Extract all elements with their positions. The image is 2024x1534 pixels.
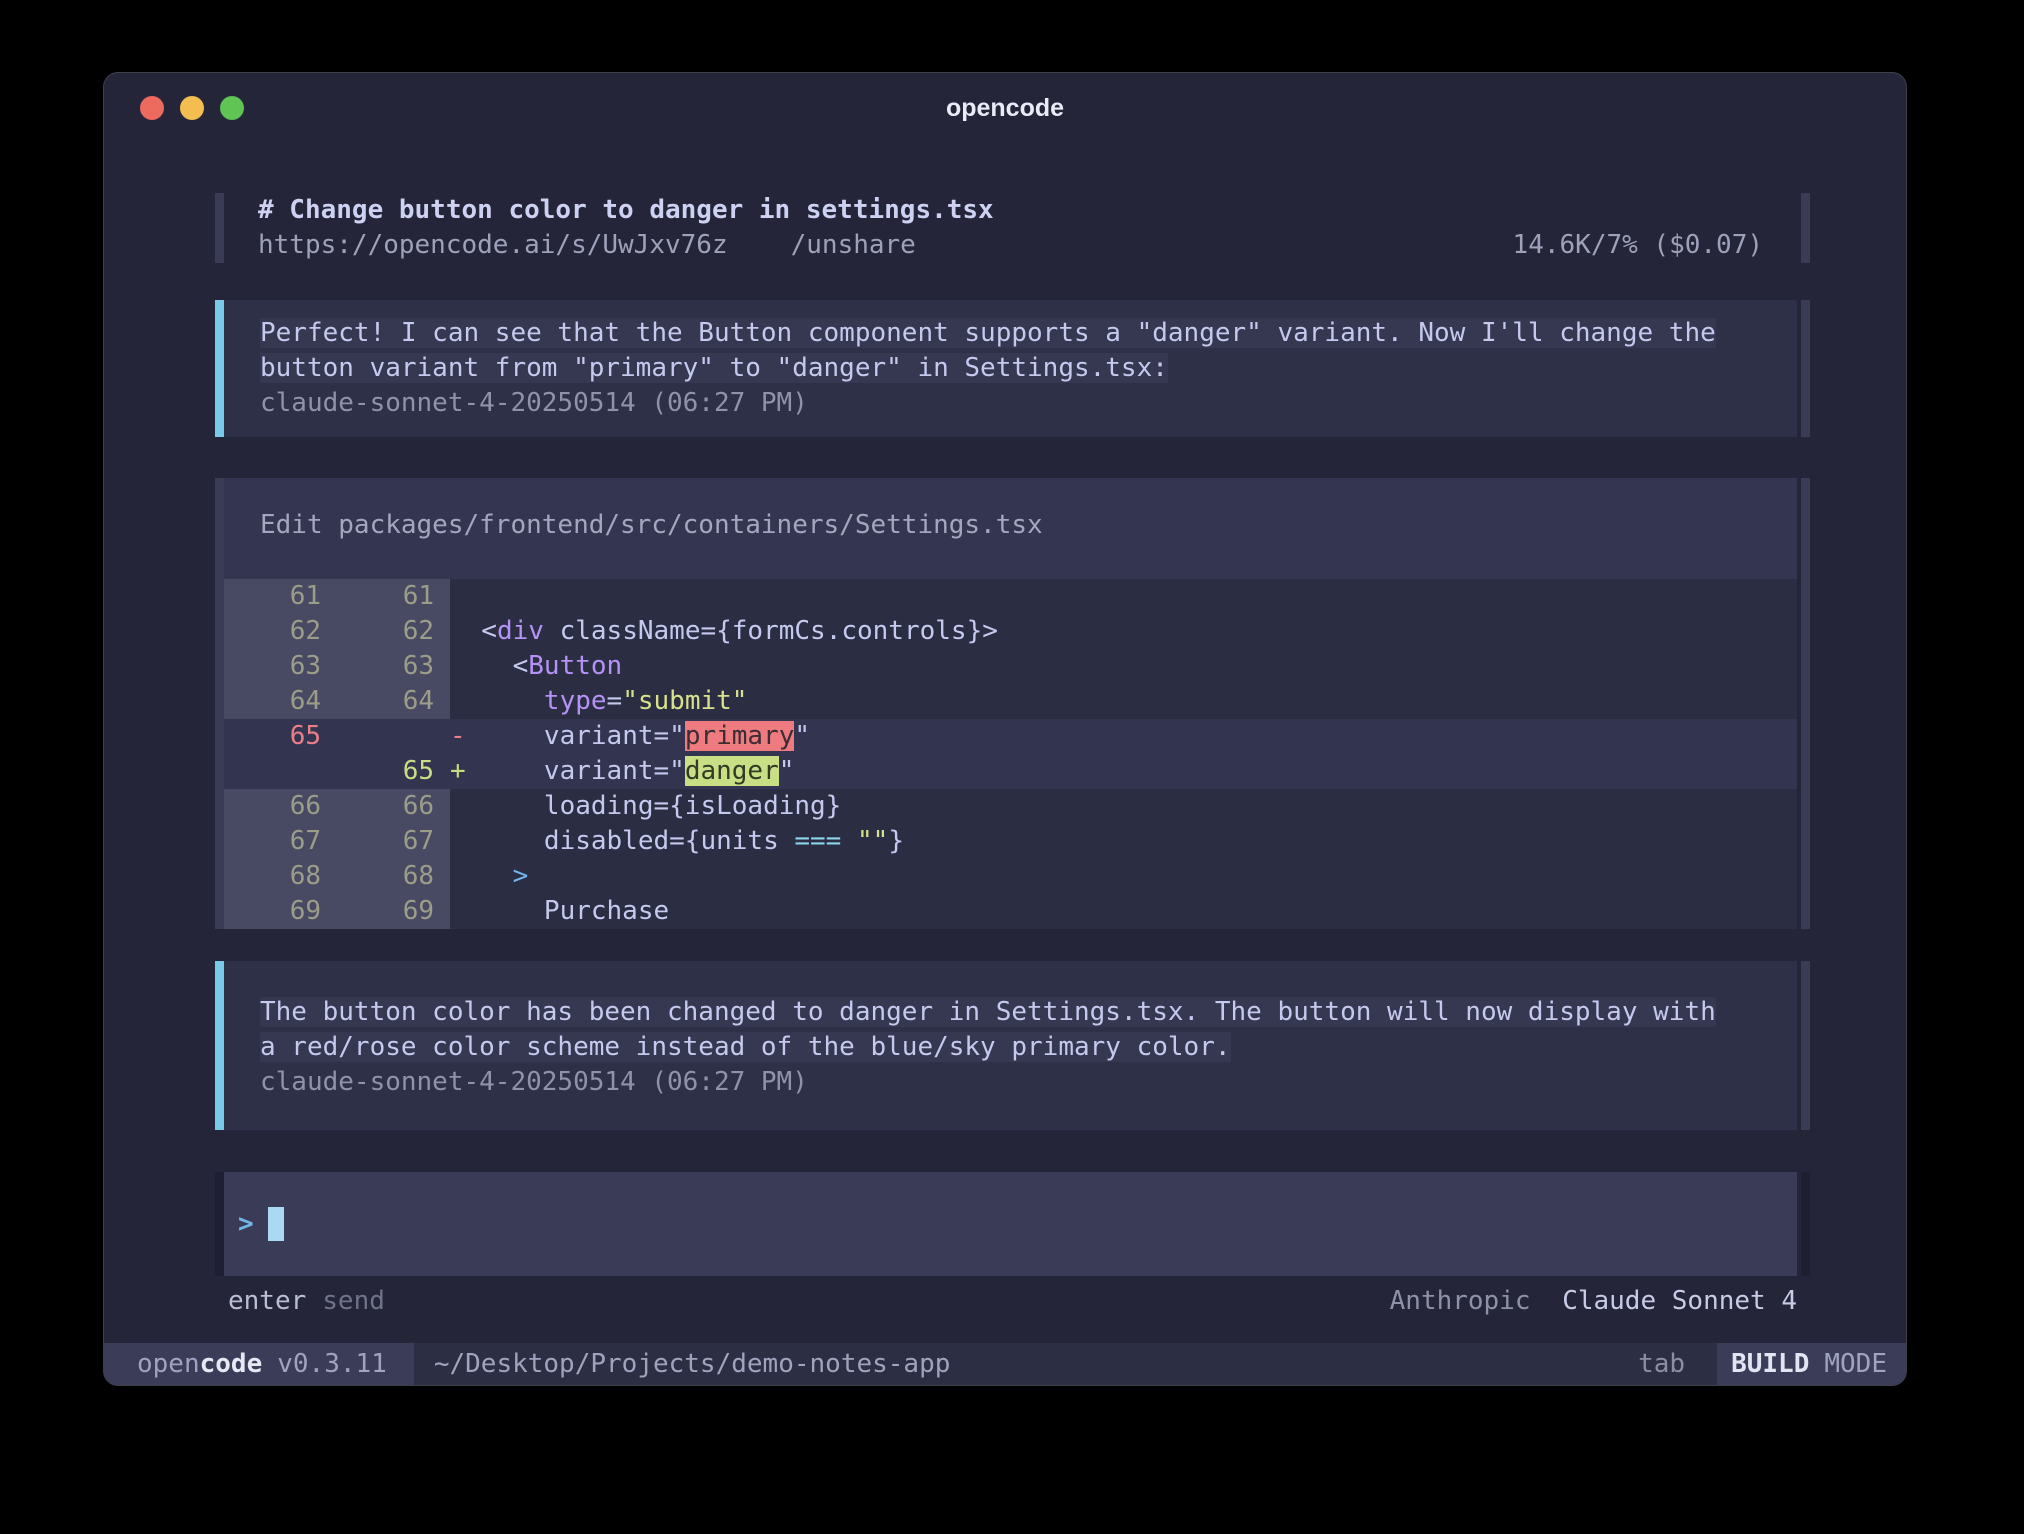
diff-row: 6363 <Button — [224, 649, 1797, 684]
diff-row: 6262 <div className={formCs.controls}> — [224, 614, 1797, 649]
diff-row: 65+ variant="danger" — [224, 754, 1797, 789]
session-header-left-border — [215, 193, 224, 263]
model-name: Claude Sonnet 4 — [1562, 1286, 1797, 1316]
diff-row: 6161 — [224, 579, 1797, 614]
edit-tool-title: Edit packages/frontend/src/containers/Se… — [224, 478, 1797, 579]
app-name-prefix: open — [137, 1349, 200, 1379]
keybind-action: send — [322, 1284, 385, 1319]
message-text-line: a red/rose color scheme instead of the b… — [260, 1030, 1761, 1065]
edit-right-border — [1801, 478, 1810, 929]
edit-tool-block: Edit packages/frontend/src/containers/Se… — [215, 478, 1810, 929]
diff-row: 6868 > — [224, 859, 1797, 894]
message-right-border — [1801, 961, 1810, 1130]
window-title: opencode — [104, 73, 1906, 143]
diff-row: 6969 Purchase — [224, 894, 1797, 929]
message-accent-border — [215, 300, 224, 437]
message-text-line: Perfect! I can see that the Button compo… — [260, 316, 1761, 351]
footer-hints: enter send Anthropic Claude Sonnet 4 — [215, 1284, 1810, 1319]
provider-name: Anthropic — [1390, 1286, 1531, 1316]
working-directory: ~/Desktop/Projects/demo-notes-app — [434, 1343, 951, 1385]
mode-secondary: MODE — [1824, 1349, 1887, 1379]
message-accent-border — [215, 961, 224, 1130]
text-cursor — [268, 1207, 284, 1241]
diff-row: 6767 disabled={units === ""} — [224, 824, 1797, 859]
edit-left-border — [215, 478, 224, 929]
message-right-border — [1801, 300, 1810, 437]
session-header: # Change button color to danger in setti… — [215, 193, 1810, 263]
diff-row: 6666 loading={isLoading} — [224, 789, 1797, 824]
message-meta: claude-sonnet-4-20250514 (06:27 PM) — [260, 386, 1761, 421]
assistant-message-1: Perfect! I can see that the Button compo… — [215, 300, 1810, 437]
mode-primary: BUILD — [1731, 1349, 1809, 1379]
app-version-chip: opencode v0.3.11 — [104, 1343, 414, 1385]
diff-row: 65- variant="primary" — [224, 719, 1797, 754]
status-bar: opencode v0.3.11 ~/Desktop/Projects/demo-… — [104, 1343, 1906, 1385]
share-url[interactable]: https://opencode.ai/s/UwJxv76z — [258, 228, 728, 263]
context-stats: 14.6K/7% ($0.07) — [1513, 228, 1763, 263]
diff-rows: 61616262 <div className={formCs.controls… — [224, 579, 1797, 929]
session-title: # Change button color to danger in setti… — [224, 193, 1797, 228]
assistant-message-2: The button color has been changed to dan… — [215, 961, 1810, 1130]
unshare-command: /unshare — [791, 228, 916, 263]
prompt-input-block: > — [215, 1172, 1810, 1276]
app-window: opencode # Change button color to danger… — [104, 73, 1906, 1385]
mode-indicator: BUILD MODE — [1717, 1343, 1906, 1385]
input-left-border — [215, 1172, 224, 1276]
input-right-border — [1801, 1172, 1810, 1276]
message-text-line: button variant from "primary" to "danger… — [260, 351, 1761, 386]
keybind-enter: enter — [228, 1284, 306, 1319]
prompt-symbol: > — [224, 1209, 254, 1239]
session-header-right-border — [1801, 193, 1810, 263]
prompt-input[interactable]: > — [224, 1172, 1797, 1276]
tab-keybind-hint[interactable]: tab — [1638, 1343, 1685, 1385]
diff-row: 6464 type="submit" — [224, 684, 1797, 719]
app-name-suffix: code — [200, 1349, 263, 1379]
message-text-line: The button color has been changed to dan… — [260, 995, 1761, 1030]
app-version: v0.3.11 — [277, 1349, 387, 1379]
titlebar: opencode — [104, 73, 1906, 143]
message-meta: claude-sonnet-4-20250514 (06:27 PM) — [260, 1065, 1761, 1100]
